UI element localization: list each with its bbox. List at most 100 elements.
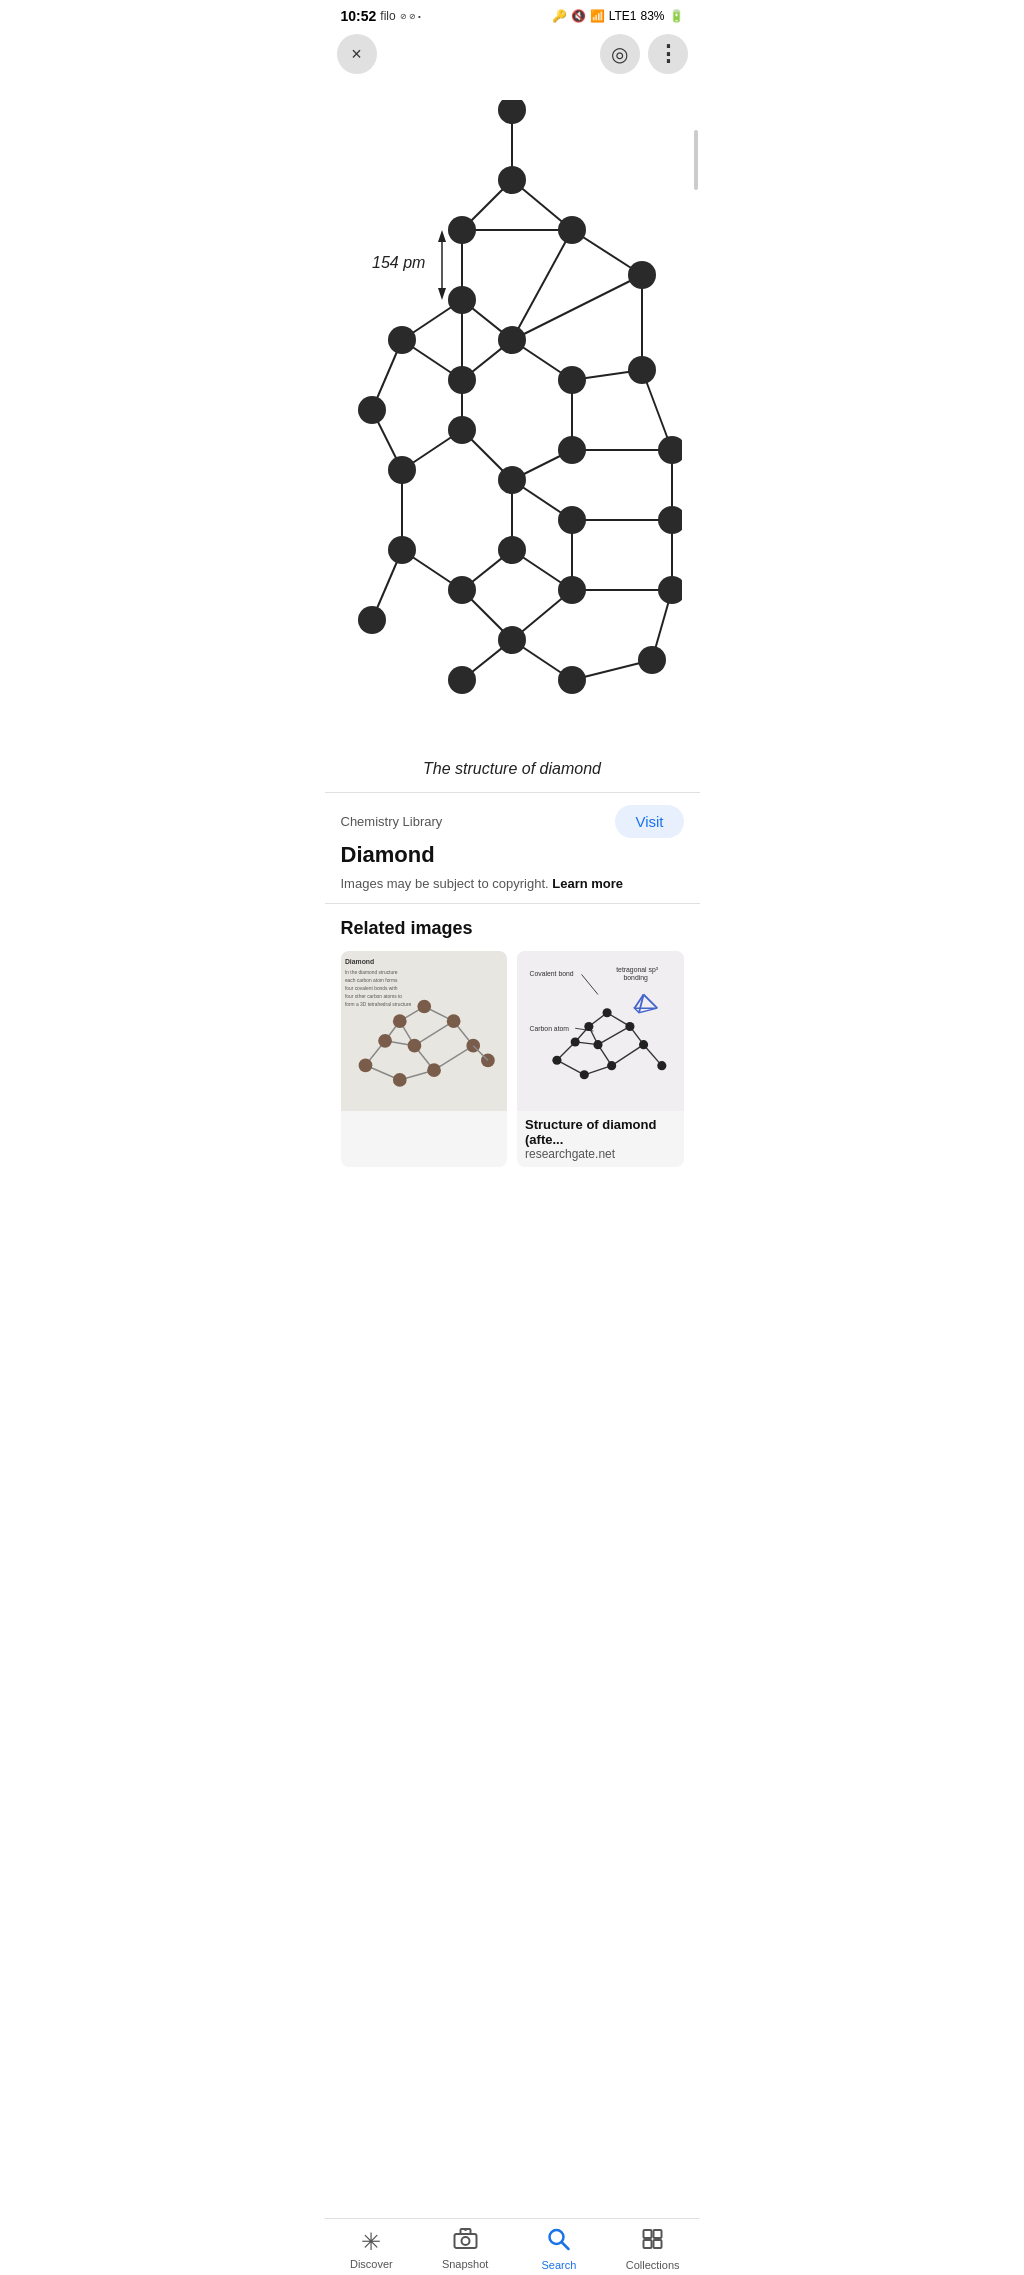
related-card-2-image: Covalent bond tetragonal sp³ bonding Car…	[517, 951, 684, 1111]
notification-dot: ⊘ ⊘ •	[400, 12, 421, 21]
search-lens-button[interactable]: ◎	[600, 34, 640, 74]
svg-line-8	[512, 275, 642, 340]
svg-point-73	[638, 646, 666, 674]
image-caption: The structure of diamond	[325, 750, 700, 793]
svg-text:Diamond: Diamond	[344, 958, 373, 965]
visit-button[interactable]: Visit	[615, 805, 683, 838]
close-button[interactable]: ×	[337, 34, 377, 74]
svg-point-56	[448, 366, 476, 394]
svg-point-64	[558, 506, 586, 534]
svg-text:Covalent bond: Covalent bond	[530, 970, 574, 977]
svg-point-130	[625, 1022, 634, 1031]
related-card-1-info	[341, 1111, 508, 1123]
svg-point-135	[607, 1061, 616, 1070]
svg-text:In the diamond structure: In the diamond structure	[344, 970, 397, 975]
wifi-icon: 📶	[590, 9, 605, 23]
svg-text:form a 3D tetrahedral structur: form a 3D tetrahedral structure	[344, 1002, 411, 1007]
svg-point-67	[498, 536, 526, 564]
svg-point-63	[498, 466, 526, 494]
close-icon: ×	[351, 44, 362, 65]
diamond-structure-image: 154 pm	[325, 90, 700, 750]
svg-point-66	[388, 536, 416, 564]
svg-point-69	[558, 576, 586, 604]
svg-point-55	[628, 356, 656, 384]
svg-marker-112	[634, 1008, 657, 1013]
svg-point-94	[417, 1000, 431, 1014]
battery-icon: 🔋	[669, 9, 684, 23]
svg-point-49	[448, 216, 476, 244]
svg-point-57	[558, 366, 586, 394]
learn-more-link[interactable]: Learn more	[552, 876, 623, 891]
svg-point-97	[378, 1034, 392, 1048]
svg-point-129	[584, 1022, 593, 1031]
svg-point-50	[558, 216, 586, 244]
svg-point-53	[498, 326, 526, 354]
status-right: 🔑 🔇 📶 LTE1 83% 🔋	[552, 9, 684, 23]
svg-point-51	[628, 261, 656, 289]
related-images-title: Related images	[341, 918, 684, 939]
svg-line-86	[414, 1021, 453, 1045]
svg-point-102	[392, 1073, 406, 1087]
svg-text:four covalent bonds with: four covalent bonds with	[344, 986, 397, 991]
search-lens-icon: ◎	[611, 42, 628, 66]
svg-text:each carbon atom forms: each carbon atom forms	[344, 978, 397, 983]
svg-point-47	[498, 100, 526, 124]
svg-point-136	[580, 1070, 589, 1079]
status-app: filo	[380, 9, 395, 23]
svg-line-119	[598, 1026, 630, 1044]
more-icon: ⋮	[657, 41, 679, 67]
related-image-1-svg: Diamond In the diamond structure each ca…	[341, 951, 508, 1111]
diamond-structure-svg: 154 pm	[342, 100, 682, 740]
status-left: 10:52 filo ⊘ ⊘ •	[341, 8, 421, 24]
svg-line-110	[644, 995, 658, 1009]
related-card-2-info: Structure of diamond (afte... researchga…	[517, 1111, 684, 1167]
main-image-area: 154 pm	[325, 80, 700, 793]
svg-point-68	[448, 576, 476, 604]
svg-point-134	[552, 1056, 561, 1065]
source-label: Chemistry Library	[341, 814, 443, 829]
related-image-2-svg: Covalent bond tetragonal sp³ bonding Car…	[525, 951, 676, 1111]
svg-line-104	[473, 1046, 488, 1061]
svg-point-100	[358, 1058, 372, 1072]
related-card-2-title: Structure of diamond (afte...	[525, 1117, 676, 1147]
mute-icon: 🔇	[571, 9, 586, 23]
svg-point-74	[448, 666, 476, 694]
related-card-2-source: researchgate.net	[525, 1147, 676, 1161]
svg-text:tetragonal sp³: tetragonal sp³	[616, 966, 658, 974]
svg-point-59	[558, 436, 586, 464]
top-bar-right: ◎ ⋮	[600, 34, 688, 74]
svg-point-95	[392, 1014, 406, 1028]
svg-line-123	[612, 1045, 644, 1066]
more-options-button[interactable]: ⋮	[648, 34, 688, 74]
svg-point-101	[427, 1063, 441, 1077]
svg-point-62	[448, 416, 476, 444]
svg-point-61	[388, 456, 416, 484]
svg-text:bonding: bonding	[624, 974, 649, 982]
battery-label: 83%	[640, 9, 664, 23]
copyright-text: Images may be subject to copyright. Lear…	[341, 876, 684, 891]
svg-line-106	[582, 974, 598, 994]
svg-point-72	[498, 626, 526, 654]
related-card-1[interactable]: Diamond In the diamond structure each ca…	[341, 951, 508, 1167]
svg-text:four other carbon atoms to: four other carbon atoms to	[344, 994, 401, 999]
related-section: Related images Diamond In the diamond st…	[325, 904, 700, 1177]
related-card-2[interactable]: Covalent bond tetragonal sp³ bonding Car…	[517, 951, 684, 1167]
svg-point-65	[658, 506, 682, 534]
svg-line-125	[557, 1060, 584, 1075]
svg-line-7	[512, 230, 572, 340]
scrollbar	[694, 130, 698, 190]
svg-point-98	[407, 1039, 421, 1053]
svg-point-133	[639, 1040, 648, 1049]
svg-marker-45	[438, 288, 446, 300]
svg-point-131	[571, 1037, 580, 1046]
main-title: Diamond	[341, 842, 684, 868]
svg-point-132	[593, 1040, 602, 1049]
svg-point-96	[446, 1014, 460, 1028]
svg-marker-44	[438, 230, 446, 242]
status-time: 10:52	[341, 8, 377, 24]
svg-text:Carbon atom: Carbon atom	[530, 1025, 570, 1032]
svg-point-58	[358, 396, 386, 424]
signal-label: LTE1	[609, 9, 637, 23]
key-icon: 🔑	[552, 9, 567, 23]
svg-point-48	[498, 166, 526, 194]
